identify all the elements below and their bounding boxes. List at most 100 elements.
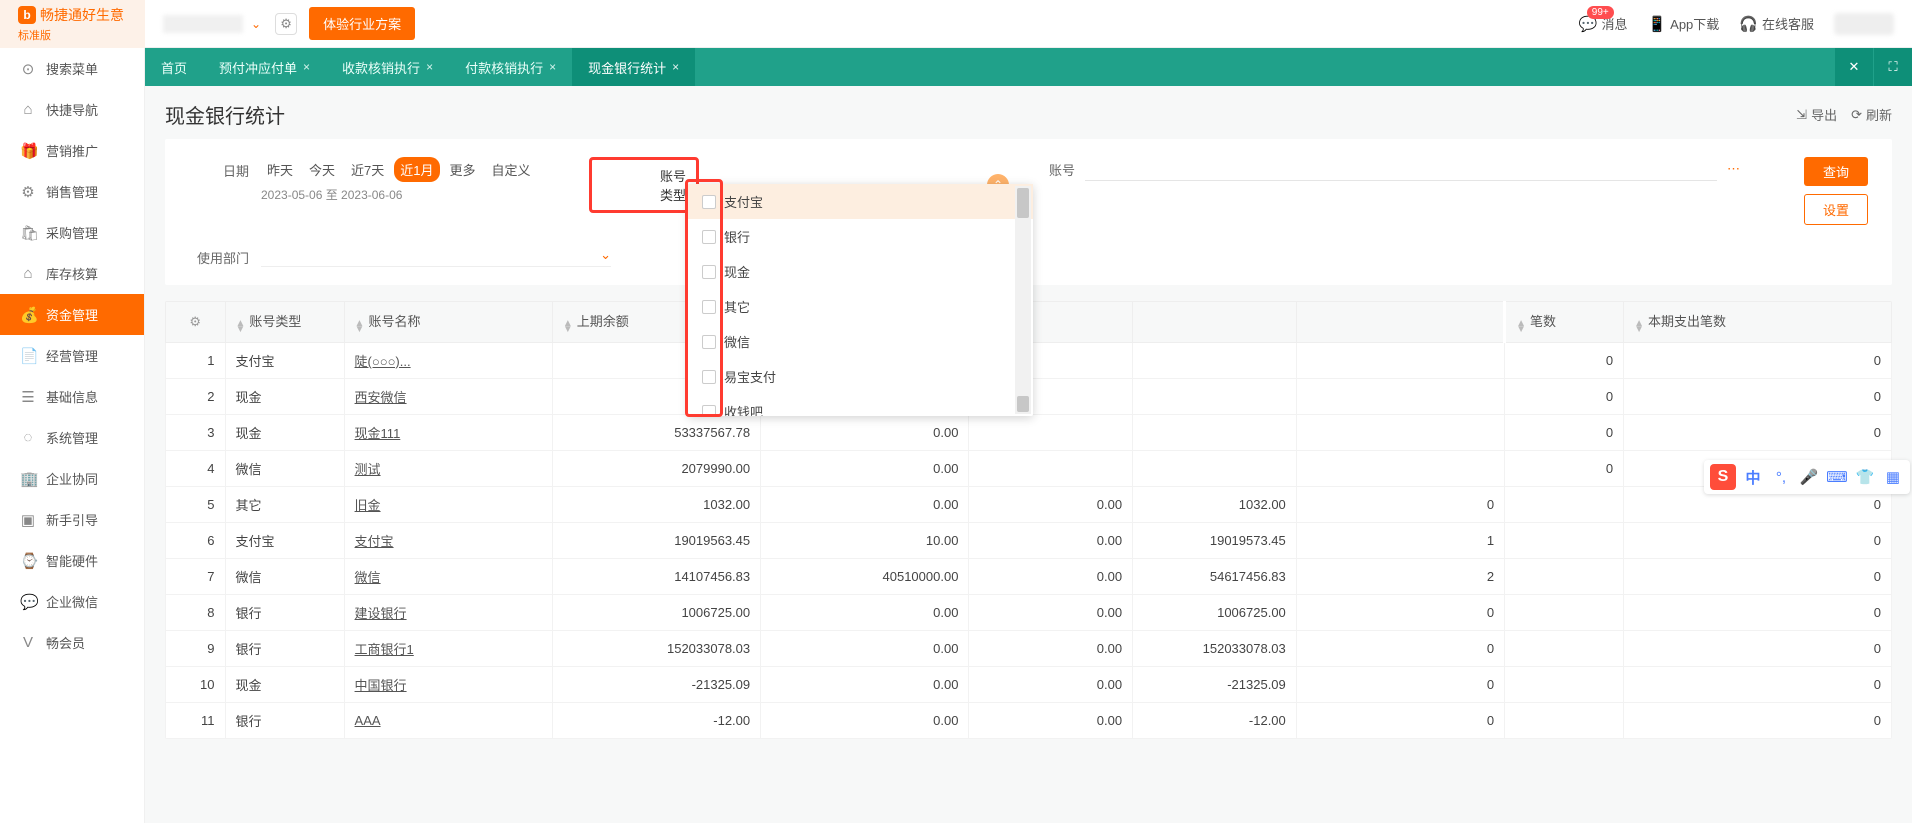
cell-account-name[interactable]: 旧金 — [344, 487, 552, 523]
sidebar-item[interactable]: ▣新手引导 — [0, 499, 144, 540]
cell-account-name[interactable]: 支付宝 — [344, 523, 552, 559]
cell-count: 0 — [1505, 451, 1624, 487]
tab[interactable]: 预付冲应付单× — [203, 48, 326, 86]
sidebar-item[interactable]: ⚙销售管理 — [0, 171, 144, 212]
scrollbar-thumb-bottom[interactable] — [1017, 396, 1029, 412]
date-chip[interactable]: 自定义 — [486, 157, 537, 182]
settings-icon-button[interactable]: ⚙ — [275, 13, 297, 35]
table-settings-header[interactable]: ⚙ — [166, 302, 226, 343]
ime-punct-icon[interactable]: °, — [1770, 466, 1792, 488]
industry-plan-button[interactable]: 体验行业方案 — [309, 7, 415, 40]
sidebar-item[interactable]: ⌚智能硬件 — [0, 540, 144, 581]
sidebar-item[interactable]: ◌系统管理 — [0, 417, 144, 458]
sidebar-item[interactable]: 🏢企业协同 — [0, 458, 144, 499]
cell-account-name[interactable]: 现金111 — [344, 415, 552, 451]
sidebar-item[interactable]: V畅会员 — [0, 622, 144, 663]
date-chip[interactable]: 今天 — [303, 157, 341, 182]
cell-c5: 0.00 — [969, 595, 1133, 631]
more-filters-button[interactable]: ⋯ — [1727, 161, 1742, 177]
dropdown-option[interactable]: 易宝支付 — [688, 359, 1033, 394]
dropdown-option[interactable]: 其它 — [688, 289, 1033, 324]
fullscreen-button[interactable]: ⛶ — [1874, 48, 1912, 86]
cell-c5: 0.00 — [969, 631, 1133, 667]
checkbox[interactable] — [702, 195, 716, 209]
date-chip[interactable]: 近7天 — [345, 157, 390, 182]
tab[interactable]: 首页 — [145, 48, 203, 86]
cell-account-name[interactable]: 中国银行 — [344, 667, 552, 703]
cell-account-name[interactable]: 微信 — [344, 559, 552, 595]
scrollbar-thumb[interactable] — [1017, 188, 1029, 218]
app-download-label: App下载 — [1670, 14, 1719, 33]
cell-account-name[interactable]: 工商银行1 — [344, 631, 552, 667]
sogou-logo-icon[interactable]: S — [1710, 464, 1736, 490]
ime-toolbox-icon[interactable]: ▦ — [1882, 466, 1904, 488]
tab[interactable]: 收款核销执行× — [326, 48, 449, 86]
sort-icon[interactable]: ▲▼ — [355, 321, 365, 333]
sidebar-item[interactable]: ⌂库存核算 — [0, 253, 144, 294]
dropdown-scrollbar[interactable] — [1015, 186, 1031, 414]
sidebar-item[interactable]: 📄经营管理 — [0, 335, 144, 376]
column-header[interactable]: ▲▼账号类型 — [225, 302, 344, 343]
tab[interactable]: 现金银行统计× — [572, 48, 695, 86]
column-header[interactable]: ▲▼账号名称 — [344, 302, 552, 343]
date-chip[interactable]: 昨天 — [261, 157, 299, 182]
tab-close-icon[interactable]: × — [303, 60, 310, 74]
ime-keyboard-icon[interactable]: ⌨ — [1826, 466, 1848, 488]
sort-icon[interactable]: ▲▼ — [236, 321, 246, 333]
ime-lang-toggle[interactable]: 中 — [1742, 466, 1764, 488]
sidebar-label: 畅会员 — [46, 633, 85, 652]
account-input[interactable] — [1085, 157, 1717, 181]
user-avatar[interactable] — [1834, 13, 1894, 35]
checkbox[interactable] — [702, 335, 716, 349]
sidebar-item[interactable]: ⊙搜索菜单 — [0, 48, 144, 89]
cell-account-name[interactable]: 建设银行 — [344, 595, 552, 631]
sort-icon[interactable]: ▲▼ — [1634, 321, 1644, 333]
department-select[interactable]: ⌄ — [261, 243, 611, 267]
tab-close-icon[interactable]: × — [549, 60, 556, 74]
settings-button[interactable]: 设置 — [1804, 194, 1868, 225]
app-download-button[interactable]: 📱 App下载 — [1647, 14, 1719, 33]
cell-account-name[interactable]: 陡(○○○)... — [344, 343, 552, 379]
column-header[interactable] — [1296, 302, 1504, 343]
close-tab-button[interactable]: ✕ — [1835, 48, 1873, 86]
tab[interactable]: 付款核销执行× — [449, 48, 572, 86]
dropdown-option[interactable]: 现金 — [688, 254, 1033, 289]
dropdown-option[interactable]: 收钱吧 — [688, 394, 1033, 416]
tab-close-icon[interactable]: × — [672, 60, 679, 74]
dropdown-option[interactable]: 微信 — [688, 324, 1033, 359]
export-button[interactable]: ⇲导出 — [1796, 105, 1837, 124]
sort-icon[interactable]: ▲▼ — [563, 321, 573, 333]
checkbox[interactable] — [702, 265, 716, 279]
date-chip[interactable]: 更多 — [444, 157, 482, 182]
account-type-field[interactable]: 账号类型 — [589, 157, 699, 213]
checkbox[interactable] — [702, 370, 716, 384]
refresh-button[interactable]: ⟳刷新 — [1851, 105, 1892, 124]
date-chip[interactable]: 近1月 — [394, 157, 439, 182]
checkbox[interactable] — [702, 405, 716, 417]
sort-icon[interactable]: ▲▼ — [1516, 321, 1526, 333]
dropdown-option[interactable]: 支付宝 — [688, 184, 1033, 219]
sidebar-item[interactable]: ⌂快捷导航 — [0, 89, 144, 130]
messages-button[interactable]: 99+ 💬 消息 — [1579, 14, 1628, 33]
dropdown-option[interactable]: 银行 — [688, 219, 1033, 254]
customer-service-button[interactable]: 🎧 在线客服 — [1739, 14, 1814, 33]
ime-skin-icon[interactable]: 👕 — [1854, 466, 1876, 488]
sidebar-item[interactable]: ☰基础信息 — [0, 376, 144, 417]
cell-count — [1505, 487, 1624, 523]
tab-close-icon[interactable]: × — [426, 60, 433, 74]
cell-account-name[interactable]: AAA — [344, 703, 552, 739]
sidebar-item[interactable]: 🛍采购管理 — [0, 212, 144, 253]
cell-account-name[interactable]: 测试 — [344, 451, 552, 487]
ime-mic-icon[interactable]: 🎤 — [1798, 466, 1820, 488]
checkbox[interactable] — [702, 230, 716, 244]
column-header[interactable]: ▲▼本期支出笔数 — [1624, 302, 1892, 343]
query-button[interactable]: 查询 — [1804, 157, 1868, 186]
sidebar-item[interactable]: 💰资金管理 — [0, 294, 144, 335]
column-header[interactable] — [1133, 302, 1297, 343]
cell-account-name[interactable]: 西安微信 — [344, 379, 552, 415]
sidebar-item[interactable]: 🎁营销推广 — [0, 130, 144, 171]
company-selector[interactable]: ⌄ — [163, 15, 261, 33]
checkbox[interactable] — [702, 300, 716, 314]
column-header[interactable]: ▲▼笔数 — [1505, 302, 1624, 343]
sidebar-item[interactable]: 💬企业微信 — [0, 581, 144, 622]
